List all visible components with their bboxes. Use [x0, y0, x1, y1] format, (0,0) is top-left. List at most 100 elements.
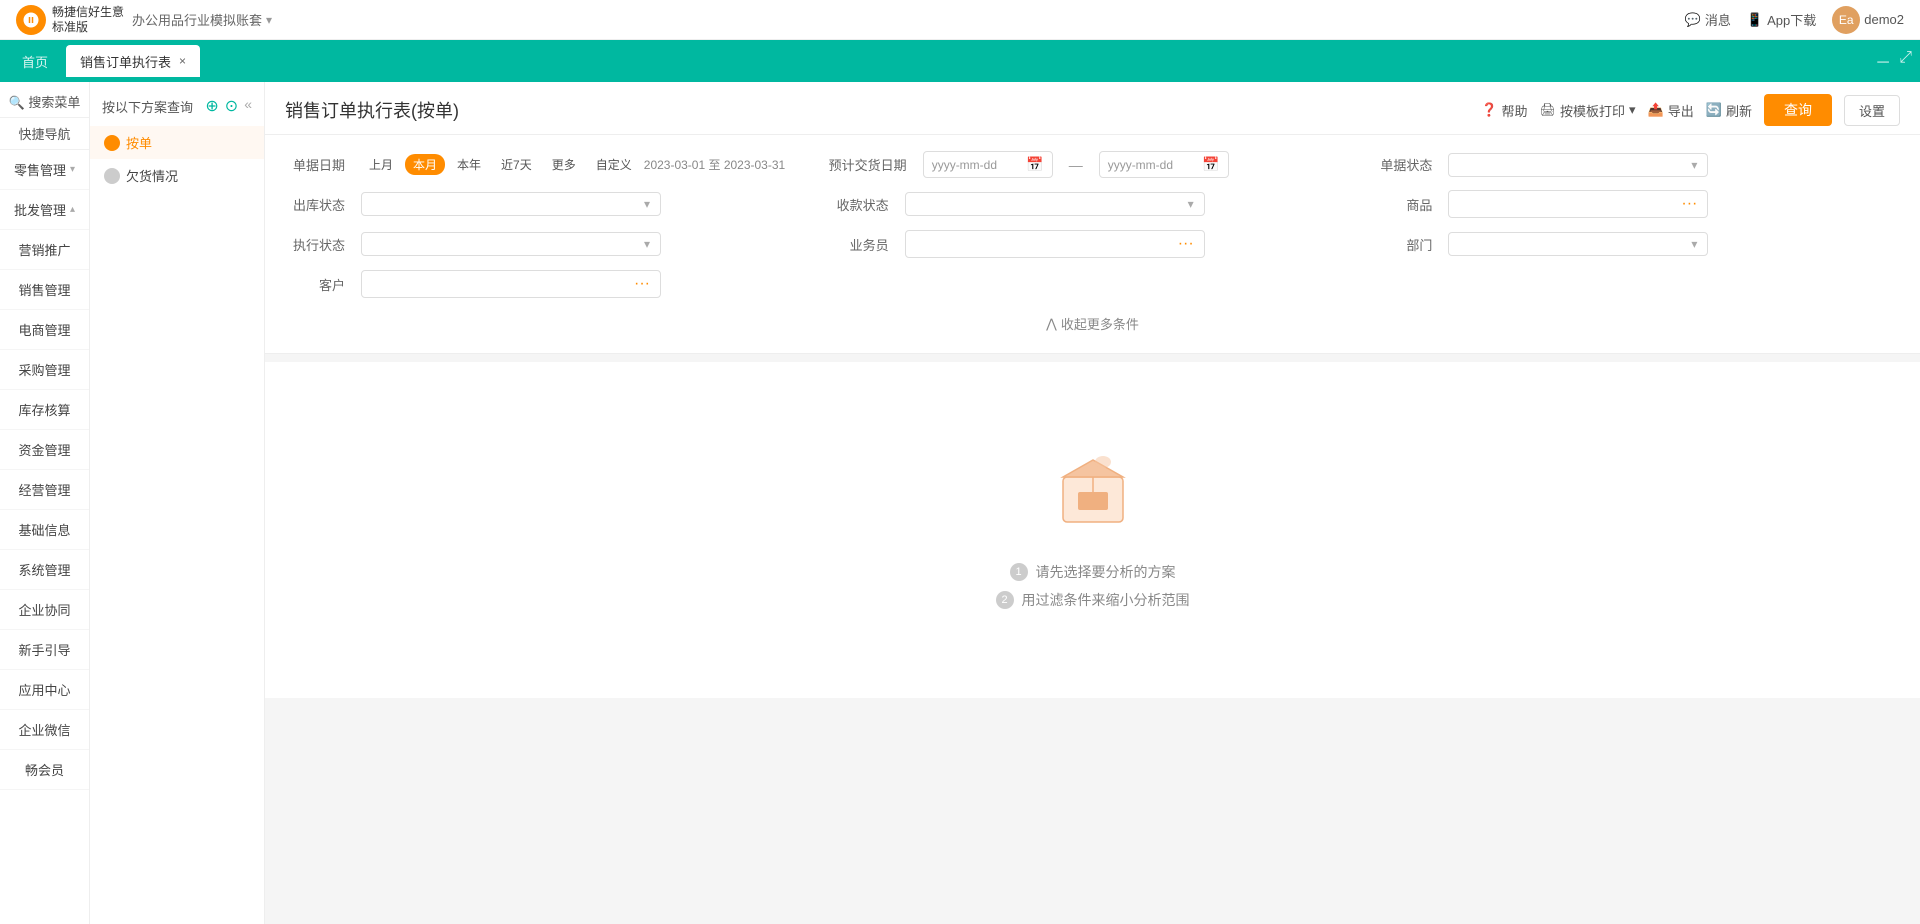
date-tab-thisyear[interactable]: 本年	[449, 154, 489, 175]
doc-status-select[interactable]: ▾	[1448, 153, 1708, 177]
maximize-icon[interactable]: ⤢	[1899, 49, 1912, 73]
date-tab-lastmonth[interactable]: 上月	[361, 154, 401, 175]
sidebar-item-purchase[interactable]: 采购管理	[0, 350, 89, 390]
left-panel-item-debt[interactable]: 欠货情况	[90, 159, 264, 192]
refresh-button[interactable]: 🔄 刷新	[1706, 101, 1752, 120]
payment-status-select[interactable]: ▾	[905, 192, 1205, 216]
logo-text: 畅捷信好生意 标准版	[52, 5, 124, 34]
message-nav-item[interactable]: 💬 消息	[1685, 10, 1731, 29]
export-icon: 📤	[1648, 102, 1664, 118]
more-icon[interactable]: ···	[1681, 195, 1697, 213]
date-from-placeholder: yyyy-mm-dd	[932, 158, 997, 172]
salesperson-select[interactable]: ···	[905, 230, 1205, 258]
search-icon: 🔍	[9, 95, 25, 110]
main-panel: 销售订单执行表(按单) ❓ 帮助 🖨 按模板打印 ▾ 📤 导出	[265, 82, 1920, 924]
filter-group-outbound: 出库状态 ▾	[285, 192, 813, 216]
sidebar-item-retail[interactable]: 零售管理 ▾	[0, 150, 89, 190]
empty-state: 1 请先选择要分析的方案 2 用过滤条件来缩小分析范围	[265, 362, 1920, 698]
tab-bar-actions: － ⤢	[1875, 49, 1912, 73]
content-area: 按以下方案查询 ⊕ ⊙ « 按单 欠货情况 销售订单执行表(按单)	[90, 82, 1920, 924]
sidebar-item-wholesale[interactable]: 批发管理 ▴	[0, 190, 89, 230]
inactive-dot	[104, 168, 120, 184]
goods-select[interactable]: ···	[1448, 190, 1708, 218]
left-panel: 按以下方案查询 ⊕ ⊙ « 按单 欠货情况	[90, 82, 265, 924]
filter-area: 单据日期 上月 本月 本年 近7天 更多 自定义 2023-03-01 至 20…	[265, 135, 1920, 354]
settings-button[interactable]: 设置	[1844, 95, 1900, 126]
calendar-icon: 📅	[1026, 156, 1043, 173]
empty-hint-1: 1 请先选择要分析的方案	[1010, 562, 1176, 582]
settings-scheme-icon[interactable]: ⊙	[225, 96, 238, 116]
predict-date-from-input[interactable]: yyyy-mm-dd 📅	[923, 151, 1053, 178]
print-button[interactable]: 🖨 按模板打印 ▾	[1540, 101, 1636, 120]
title-actions: ❓ 帮助 🖨 按模板打印 ▾ 📤 导出 🔄 刷新	[1481, 94, 1900, 126]
minimize-icon[interactable]: －	[1875, 49, 1891, 73]
avatar: Ea	[1832, 6, 1860, 34]
chevron-down-icon: ▾	[1691, 237, 1697, 251]
dept-select[interactable]: ▾	[1448, 232, 1708, 256]
filter-row-3: 执行状态 ▾ 业务员 ··· 部门 ▾	[285, 230, 1900, 258]
sidebar-item-system[interactable]: 系统管理	[0, 550, 89, 590]
sidebar-item-inventory[interactable]: 库存核算	[0, 390, 89, 430]
collapse-button[interactable]: ⋀ 收起更多条件	[285, 310, 1900, 337]
top-bar-left: 畅捷信好生意 标准版 办公用品行业模拟账套 ▾	[16, 5, 272, 35]
filter-group-predict-date: 预计交货日期 yyyy-mm-dd 📅 — yyyy-mm-dd 📅	[829, 151, 1357, 178]
main-layout: 🔍 搜索菜单 快捷导航 零售管理 ▾ 批发管理 ▴ 营销推广 销售管理 电商管理…	[0, 82, 1920, 924]
salesperson-label: 业务员	[829, 235, 889, 254]
sidebar-item-member[interactable]: 畅会员	[0, 750, 89, 790]
date-tab-7days[interactable]: 近7天	[493, 154, 540, 175]
date-tabs-control: 上月 本月 本年 近7天 更多 自定义 2023-03-01 至 2023-03…	[361, 154, 785, 175]
export-button[interactable]: 📤 导出	[1648, 101, 1694, 120]
tab-sales-exec[interactable]: 销售订单执行表 ×	[66, 45, 200, 77]
filter-group-salesperson: 业务员 ···	[829, 230, 1357, 258]
sidebar-item-ecommerce[interactable]: 电商管理	[0, 310, 89, 350]
breadcrumb[interactable]: 办公用品行业模拟账套 ▾	[132, 10, 272, 29]
tab-home[interactable]: 首页	[8, 45, 62, 77]
logo-area: 畅捷信好生意 标准版	[16, 5, 124, 35]
filter-row-4: 客户 ···	[285, 270, 1900, 298]
sidebar-item-wechat[interactable]: 企业微信	[0, 710, 89, 750]
sidebar-item-basic[interactable]: 基础信息	[0, 510, 89, 550]
date-tab-more[interactable]: 更多	[544, 154, 584, 175]
print-dropdown-icon: ▾	[1629, 102, 1636, 118]
sidebar-item-finance[interactable]: 资金管理	[0, 430, 89, 470]
sidebar: 🔍 搜索菜单 快捷导航 零售管理 ▾ 批发管理 ▴ 营销推广 销售管理 电商管理…	[0, 82, 90, 924]
sidebar-item-sales[interactable]: 销售管理	[0, 270, 89, 310]
filter-row-1: 单据日期 上月 本月 本年 近7天 更多 自定义 2023-03-01 至 20…	[285, 151, 1900, 178]
collapse-panel-icon[interactable]: «	[244, 96, 252, 116]
sidebar-item-marketing[interactable]: 营销推广	[0, 230, 89, 270]
filter-group-exec: 执行状态 ▾	[285, 232, 813, 256]
tab-bar: 首页 销售订单执行表 × － ⤢	[0, 40, 1920, 82]
chevron-down-icon: ▾	[644, 197, 650, 211]
query-button[interactable]: 查询	[1764, 94, 1832, 126]
outbound-status-select[interactable]: ▾	[361, 192, 661, 216]
left-panel-title: 按以下方案查询	[102, 97, 193, 116]
help-button[interactable]: ❓ 帮助	[1481, 101, 1527, 120]
date-separator: —	[1069, 157, 1083, 173]
date-tab-thismonth[interactable]: 本月	[405, 154, 445, 175]
filter-group-customer: 客户 ···	[285, 270, 1900, 298]
empty-hint-2: 2 用过滤条件来缩小分析范围	[996, 590, 1190, 610]
sidebar-item-newbie[interactable]: 新手引导	[0, 630, 89, 670]
sidebar-item-appstore[interactable]: 应用中心	[0, 670, 89, 710]
top-bar-right: 💬 消息 📱 App下载 Ea demo2	[1685, 6, 1904, 34]
sidebar-quicknav[interactable]: 快捷导航	[0, 118, 89, 150]
more-icon-3[interactable]: ···	[634, 275, 650, 293]
sidebar-item-operation[interactable]: 经营管理	[0, 470, 89, 510]
close-icon[interactable]: ×	[179, 54, 186, 68]
user-nav-item[interactable]: Ea demo2	[1832, 6, 1904, 34]
left-panel-item-anpress[interactable]: 按单	[90, 126, 264, 159]
chevron-down-icon: ▾	[1691, 158, 1697, 172]
app-download-nav-item[interactable]: 📱 App下载	[1747, 10, 1816, 29]
sidebar-item-enterprise[interactable]: 企业协同	[0, 590, 89, 630]
customer-select[interactable]: ···	[361, 270, 661, 298]
sidebar-search[interactable]: 🔍 搜索菜单	[0, 82, 89, 118]
chevron-down-icon: ▾	[1188, 197, 1194, 211]
exec-status-select[interactable]: ▾	[361, 232, 661, 256]
outbound-label: 出库状态	[285, 195, 345, 214]
add-scheme-icon[interactable]: ⊕	[205, 96, 218, 116]
chevron-down-icon: ▾	[266, 13, 272, 27]
doc-status-label: 单据状态	[1372, 155, 1432, 174]
predict-date-to-input[interactable]: yyyy-mm-dd 📅	[1099, 151, 1229, 178]
more-icon-2[interactable]: ···	[1178, 235, 1194, 253]
date-tab-custom[interactable]: 自定义	[588, 154, 640, 175]
